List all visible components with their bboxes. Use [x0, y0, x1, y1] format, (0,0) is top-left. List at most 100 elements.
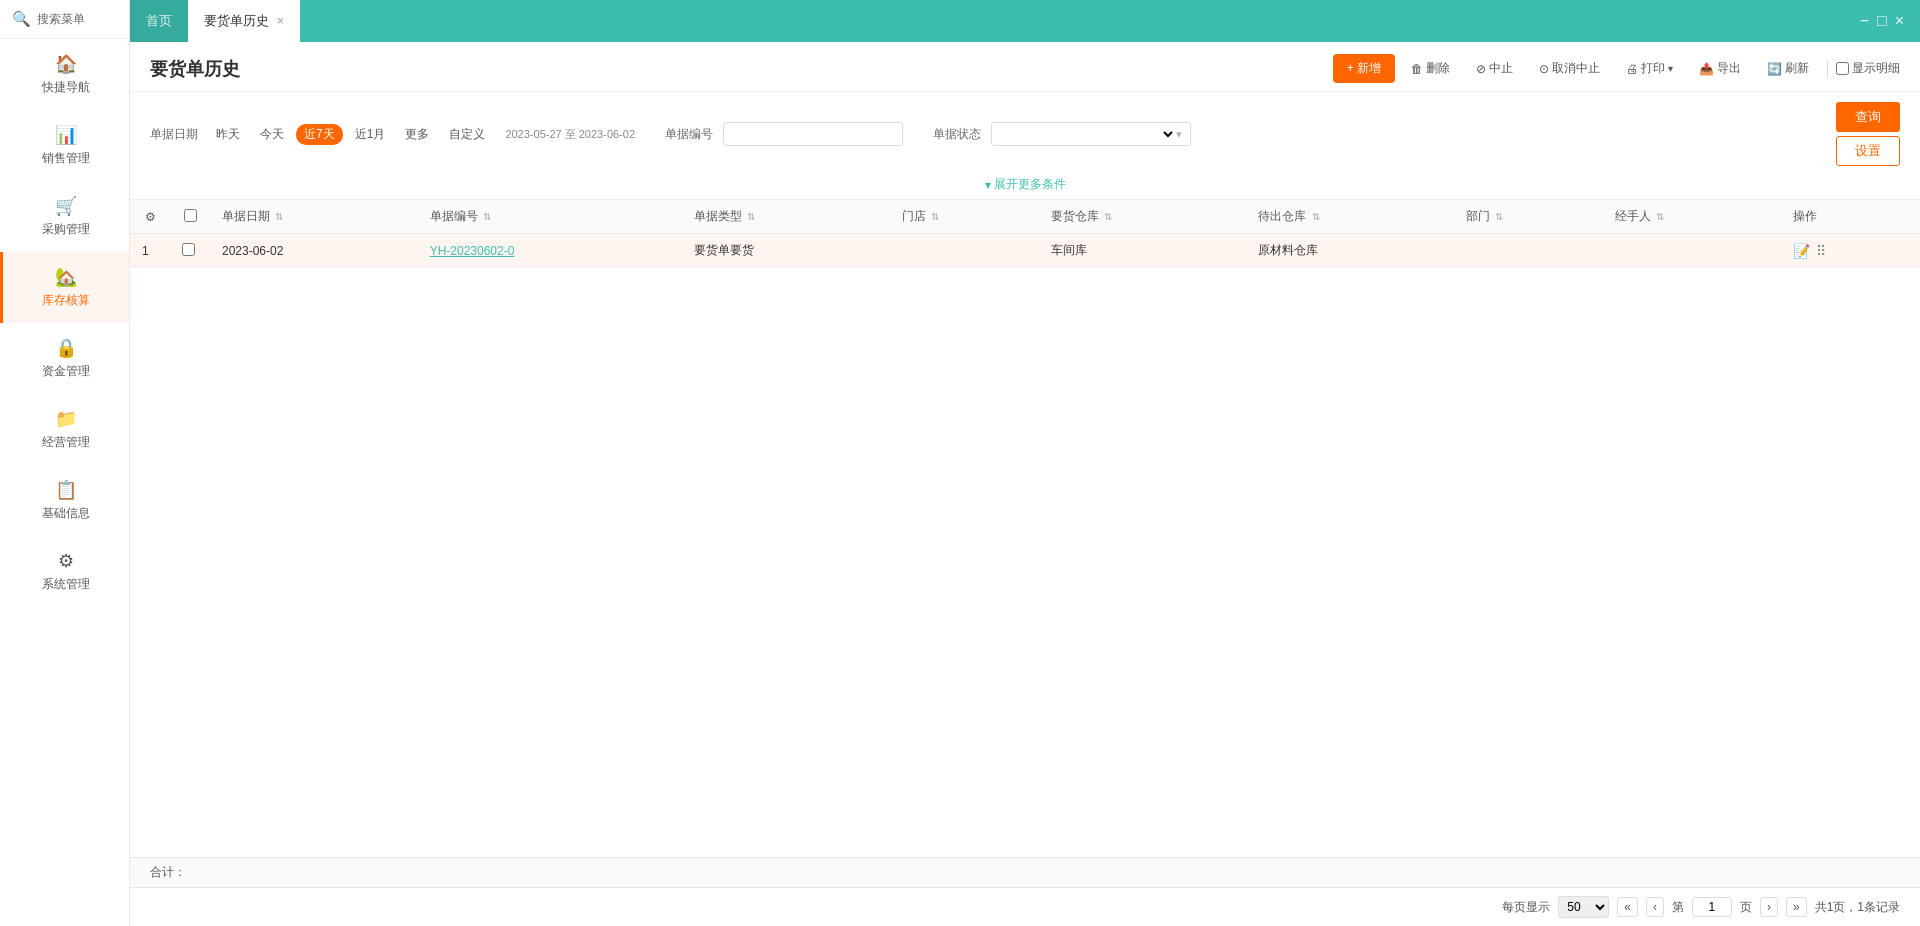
- date-filter-buttons: 昨天 今天 近7天 近1月 更多 自定义: [208, 124, 493, 145]
- cell-department: [1454, 234, 1603, 268]
- chart-icon: 📊: [55, 124, 77, 146]
- suspend-button[interactable]: ⊘ 中止: [1466, 55, 1523, 82]
- sidebar-item-finance[interactable]: 🔒 资金管理: [0, 323, 129, 394]
- tab-home-label: 首页: [146, 12, 172, 30]
- page-number-input[interactable]: [1692, 897, 1732, 917]
- th-handler[interactable]: 经手人 ⇅: [1603, 200, 1781, 234]
- th-req-warehouse[interactable]: 要货仓库 ⇅: [1039, 200, 1247, 234]
- date-filter-label: 单据日期: [150, 126, 198, 143]
- sidebar-item-basic[interactable]: 📋 基础信息: [0, 465, 129, 536]
- chevron-down-icon: ▾: [985, 178, 991, 192]
- home-icon: 🏠: [55, 53, 77, 75]
- bill-no-input[interactable]: [723, 122, 903, 146]
- export-button[interactable]: 📤 导出: [1689, 55, 1751, 82]
- date-btn-custom[interactable]: 自定义: [441, 124, 493, 145]
- goto-label: 第: [1672, 899, 1684, 916]
- select-all-checkbox[interactable]: [184, 209, 197, 222]
- sidebar-search-label: 搜索菜单: [37, 11, 85, 28]
- th-date[interactable]: 单据日期 ⇅: [210, 200, 418, 234]
- filter-bar: 单据日期 昨天 今天 近7天 近1月 更多 自定义 2023-05-27 至 2…: [130, 92, 1920, 200]
- th-department[interactable]: 部门 ⇅: [1454, 200, 1603, 234]
- gear-icon: ⚙: [58, 550, 74, 572]
- th-store[interactable]: 门店 ⇅: [890, 200, 1039, 234]
- sidebar-item-label: 销售管理: [42, 150, 90, 167]
- th-pending-warehouse[interactable]: 待出仓库 ⇅: [1246, 200, 1454, 234]
- refresh-button[interactable]: 🔄 刷新: [1757, 55, 1819, 82]
- date-btn-more[interactable]: 更多: [397, 124, 437, 145]
- sidebar-item-label: 基础信息: [42, 505, 90, 522]
- edit-icon[interactable]: 📝: [1793, 243, 1810, 259]
- filter-row: 单据日期 昨天 今天 近7天 近1月 更多 自定义 2023-05-27 至 2…: [150, 102, 1900, 166]
- cell-no: 1: [130, 234, 170, 268]
- date-btn-7days[interactable]: 近7天: [296, 124, 343, 145]
- th-bill-type[interactable]: 单据类型 ⇅: [682, 200, 890, 234]
- cell-action: 📝 ⠿: [1781, 234, 1920, 268]
- total-info: 共1页，1条记录: [1815, 899, 1900, 916]
- more-icon[interactable]: ⠿: [1816, 243, 1826, 259]
- status-label: 单据状态: [933, 126, 981, 143]
- chevron-down-icon: ▾: [1176, 128, 1182, 141]
- sort-date-icon: ⇅: [275, 211, 283, 222]
- delete-button[interactable]: 🗑 删除: [1401, 55, 1460, 82]
- print-button[interactable]: 🖨 打印 ▾: [1616, 55, 1683, 82]
- status-select-wrap[interactable]: ▾: [991, 122, 1191, 146]
- sidebar-search[interactable]: 🔍 搜索菜单: [0, 0, 129, 39]
- cell-handler: [1603, 234, 1781, 268]
- sidebar-item-inventory[interactable]: 🏡 库存核算: [0, 252, 129, 323]
- cancel-suspend-button[interactable]: ⊙ 取消中止: [1529, 55, 1610, 82]
- sidebar-item-sales[interactable]: 📊 销售管理: [0, 110, 129, 181]
- toolbar-divider: [1827, 60, 1828, 78]
- cell-bill-no[interactable]: YH-20230602-0: [418, 234, 682, 268]
- sidebar-item-purchase[interactable]: 🛒 采购管理: [0, 181, 129, 252]
- summary-label: 合计：: [150, 865, 186, 879]
- sidebar-item-label: 采购管理: [42, 221, 90, 238]
- expand-filter-button[interactable]: ▾ 展开更多条件: [985, 176, 1066, 193]
- folder-icon: 📁: [55, 408, 77, 430]
- first-page-button[interactable]: «: [1617, 897, 1638, 917]
- cancel-suspend-label: 取消中止: [1552, 60, 1600, 77]
- row-checkbox[interactable]: [182, 243, 195, 256]
- page-label: 页: [1740, 899, 1752, 916]
- sidebar: 🔍 搜索菜单 🏠 快捷导航 📊 销售管理 🛒 采购管理 🏡 库存核算 🔒 资金管…: [0, 0, 130, 926]
- sort-handler-icon: ⇅: [1656, 211, 1664, 222]
- date-btn-today[interactable]: 今天: [252, 124, 292, 145]
- status-select[interactable]: [1000, 126, 1176, 142]
- close-window-icon[interactable]: ×: [1895, 12, 1904, 30]
- tab-home[interactable]: 首页: [130, 0, 188, 42]
- date-btn-yesterday[interactable]: 昨天: [208, 124, 248, 145]
- maximize-icon[interactable]: □: [1877, 12, 1887, 30]
- display-detail-label: 显示明细: [1852, 60, 1900, 77]
- new-button[interactable]: + 新增: [1333, 54, 1395, 83]
- sidebar-item-operations[interactable]: 📁 经营管理: [0, 394, 129, 465]
- tab-close-icon[interactable]: ×: [277, 14, 284, 28]
- print-chevron-icon: ▾: [1668, 63, 1673, 74]
- search-icon: 🔍: [12, 10, 31, 28]
- main-area: 首页 要货单历史 × − □ × 要货单历史 + 新增 🗑 删除 ⊘ 中: [130, 0, 1920, 926]
- table-header-row: ⚙ 单据日期 ⇅ 单据编号 ⇅ 单据类型 ⇅ 门店 ⇅ 要货仓库 ⇅ 待出仓库 …: [130, 200, 1920, 234]
- cell-checkbox[interactable]: [170, 234, 210, 268]
- tab-requisition-history[interactable]: 要货单历史 ×: [188, 0, 300, 42]
- sidebar-item-quick-nav[interactable]: 🏠 快捷导航: [0, 39, 129, 110]
- th-checkbox[interactable]: [170, 200, 210, 234]
- th-settings[interactable]: ⚙: [130, 200, 170, 234]
- date-btn-1month[interactable]: 近1月: [347, 124, 394, 145]
- last-page-button[interactable]: »: [1786, 897, 1807, 917]
- display-detail-button[interactable]: 显示明细: [1836, 60, 1900, 77]
- sidebar-item-label: 系统管理: [42, 576, 90, 593]
- prev-page-button[interactable]: ‹: [1646, 897, 1664, 917]
- sidebar-item-system[interactable]: ⚙ 系统管理: [0, 536, 129, 607]
- cell-bill-type: 要货单要货: [682, 234, 890, 268]
- print-icon: 🖨: [1626, 62, 1638, 76]
- display-detail-checkbox[interactable]: [1836, 62, 1849, 75]
- table-container: ⚙ 单据日期 ⇅ 单据编号 ⇅ 单据类型 ⇅ 门店 ⇅ 要货仓库 ⇅ 待出仓库 …: [130, 200, 1920, 857]
- query-button[interactable]: 查询: [1836, 102, 1900, 132]
- minimize-icon[interactable]: −: [1860, 12, 1869, 30]
- next-page-button[interactable]: ›: [1760, 897, 1778, 917]
- cart-icon: 🛒: [55, 195, 77, 217]
- th-bill-no[interactable]: 单据编号 ⇅: [418, 200, 682, 234]
- cancel-suspend-icon: ⊙: [1539, 62, 1549, 76]
- page-size-label: 每页显示: [1502, 899, 1550, 916]
- settings-button[interactable]: 设置: [1836, 136, 1900, 166]
- sidebar-item-label: 资金管理: [42, 363, 90, 380]
- page-size-select[interactable]: 10 20 50 100: [1558, 896, 1609, 918]
